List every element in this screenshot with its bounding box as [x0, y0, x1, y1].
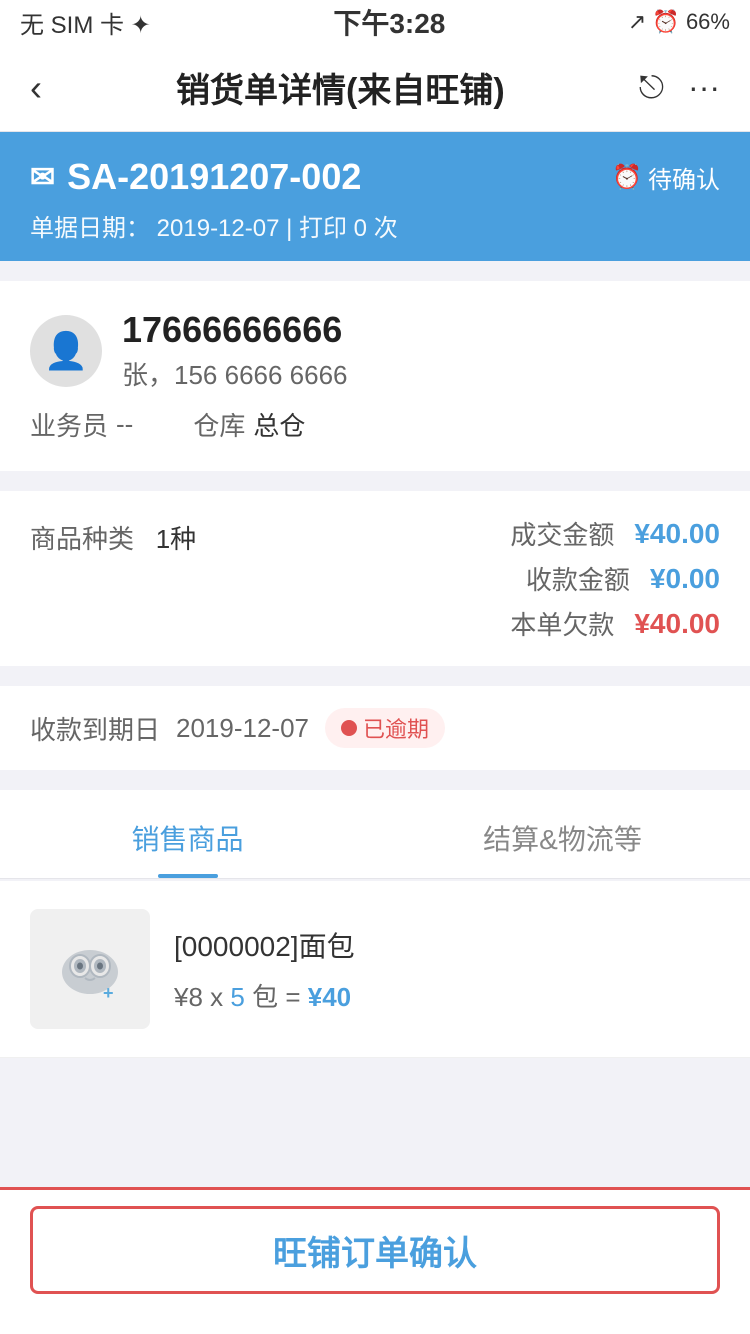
product-type-label: 商品种类 — [30, 524, 134, 554]
product-type-value: 1种 — [156, 524, 196, 554]
signal-icons: ↗ ⏰ 66% — [628, 9, 730, 35]
avatar: 👤 — [30, 315, 102, 387]
qty-value: 5 — [230, 982, 244, 1012]
warehouse-value: 总仓 — [253, 406, 305, 443]
owl-logo-icon: + — [45, 934, 135, 1004]
customer-phone: 17666666666 — [122, 309, 348, 351]
overdue-badge: 已逾期 — [325, 708, 445, 748]
tab-products[interactable]: 销售商品 — [0, 790, 375, 878]
back-button[interactable]: ‹ — [30, 67, 42, 109]
tab-settlement[interactable]: 结算&物流等 — [375, 790, 750, 878]
due-date-card: 收款到期日 2019-12-07 已逾期 — [0, 686, 750, 770]
customer-card: 👤 17666666666 张，156 6666 6666 业务员 -- 仓库 … — [0, 281, 750, 471]
order-id-text: SA-20191207-002 — [67, 156, 361, 198]
owed-label: 本单欠款 — [510, 605, 614, 642]
tabs-bar: 销售商品 结算&物流等 — [0, 790, 750, 879]
sales-label: 业务员 — [30, 406, 108, 443]
transaction-label: 成交金额 — [510, 515, 614, 552]
confirm-button[interactable]: 旺铺订单确认 — [30, 1206, 720, 1294]
sim-status: 无 SIM 卡 ✦ — [20, 5, 151, 40]
owed-value: ¥40.00 — [634, 608, 720, 640]
summary-card: 商品种类 1种 成交金额 ¥40.00 收款金额 ¥0.00 本单欠款 ¥40.… — [0, 491, 750, 666]
status-clock-icon: ⏰ — [612, 163, 642, 192]
page-title: 销货单详情(来自旺铺) — [176, 63, 505, 112]
product-price: ¥8 x 5 包 = ¥40 — [174, 977, 720, 1014]
order-date: 单据日期： 2019-12-07 | 打印 0 次 — [30, 208, 720, 243]
received-label: 收款金额 — [526, 560, 630, 597]
due-date-value: 2019-12-07 — [176, 713, 309, 744]
order-header: ✉ SA-20191207-002 ⏰ 待确认 单据日期： 2019-12-07… — [0, 132, 750, 261]
status-bar: 无 SIM 卡 ✦ 下午3:28 ↗ ⏰ 66% — [0, 0, 750, 44]
more-icon[interactable]: ··· — [688, 69, 720, 106]
product-list: + [0000002]面包 ¥8 x 5 包 = ¥40 — [0, 881, 750, 1058]
svg-text:+: + — [103, 983, 114, 1003]
received-value: ¥0.00 — [650, 563, 720, 595]
unit-value: 包 — [252, 982, 278, 1012]
nav-bar: ‹ 销货单详情(来自旺铺) ⎋ ··· — [0, 44, 750, 132]
bottom-bar: 旺铺订单确认 — [0, 1187, 750, 1334]
product-details: [0000002]面包 ¥8 x 5 包 = ¥40 — [174, 925, 720, 1014]
overdue-text: 已逾期 — [363, 712, 429, 744]
table-row: + [0000002]面包 ¥8 x 5 包 = ¥40 — [0, 881, 750, 1058]
due-date-label: 收款到期日 — [30, 710, 160, 747]
sales-value: -- — [116, 409, 133, 440]
total-value: ¥40 — [308, 982, 351, 1012]
customer-subname: 张，156 6666 6666 — [122, 355, 348, 392]
order-icon: ✉ — [30, 160, 55, 195]
order-status-text: 待确认 — [648, 160, 720, 195]
nav-actions: ⎋ ··· — [639, 69, 720, 107]
share-icon[interactable]: ⎋ — [639, 69, 664, 107]
transaction-value: ¥40.00 — [634, 518, 720, 550]
status-left: 无 SIM 卡 ✦ — [20, 5, 151, 40]
product-name: [0000002]面包 — [174, 925, 720, 965]
customer-meta: 业务员 -- 仓库 总仓 — [30, 406, 720, 443]
price-value: ¥8 — [174, 982, 203, 1012]
overdue-dot-icon — [341, 720, 357, 736]
warehouse-label: 仓库 — [193, 406, 245, 443]
status-right: ↗ ⏰ 66% — [628, 9, 730, 35]
status-time: 下午3:28 — [333, 2, 445, 42]
product-image: + — [30, 909, 150, 1029]
